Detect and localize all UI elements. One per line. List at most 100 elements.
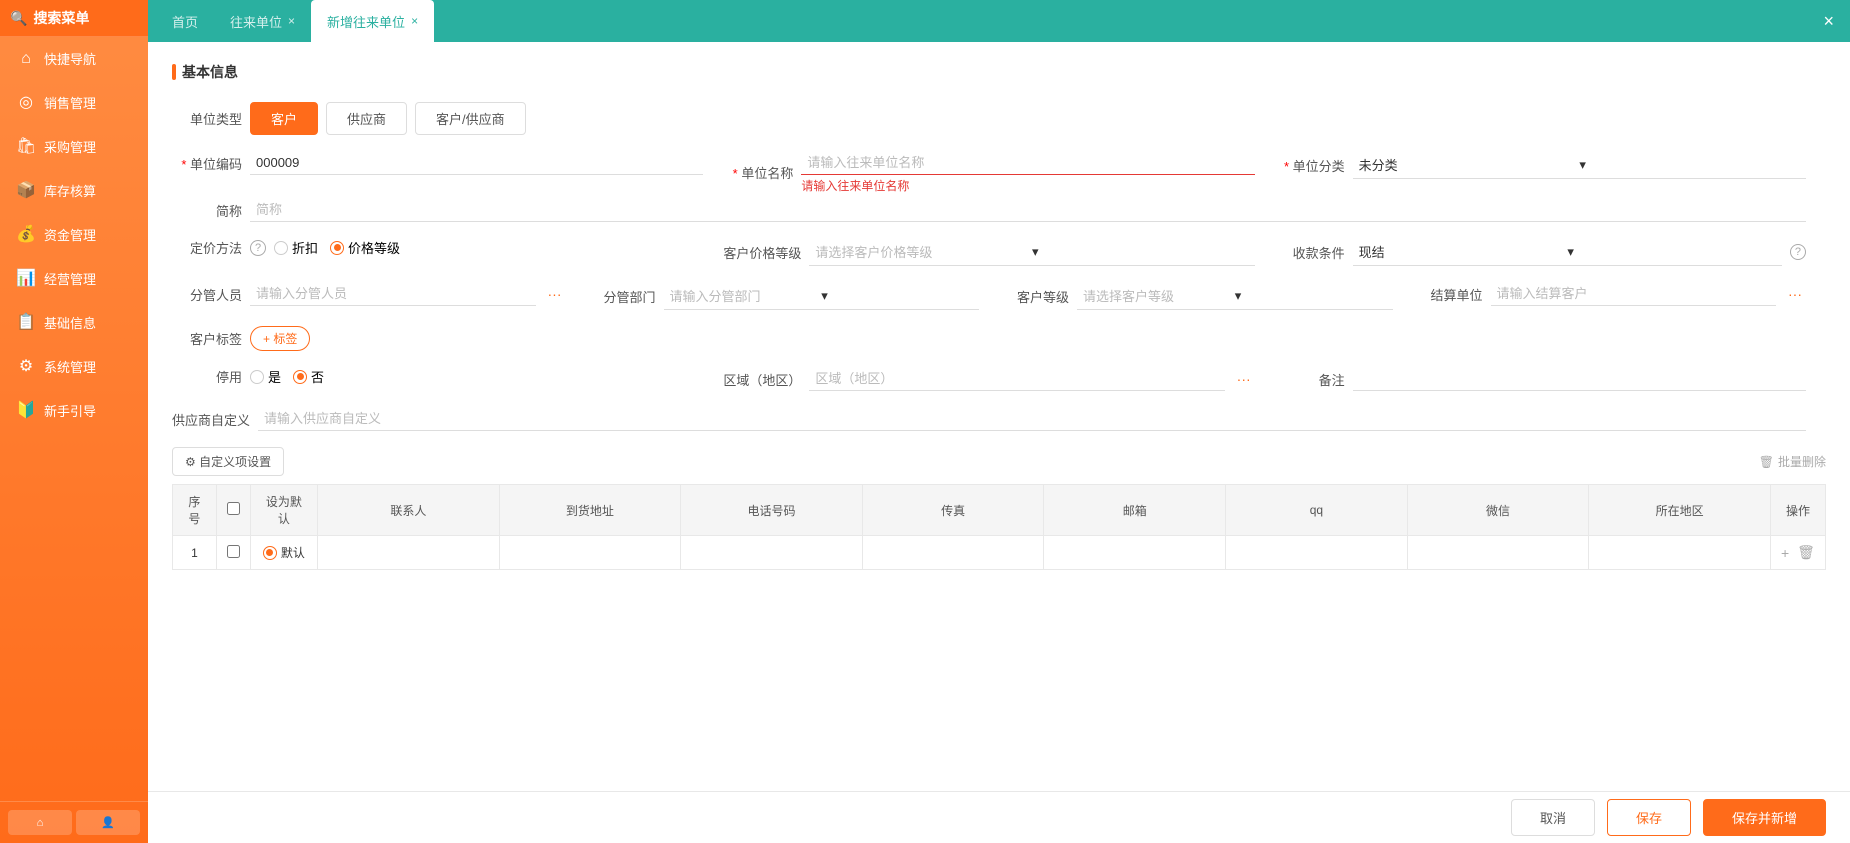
unit-category-select[interactable]: 未分类 ▾: [1353, 151, 1806, 179]
sidebar-item-label: 销售管理: [44, 93, 96, 112]
row-region[interactable]: [1589, 536, 1771, 570]
sidebar-item-basic[interactable]: 📋基础信息: [0, 300, 148, 344]
dept-select[interactable]: 请输入分管部门 ▾: [664, 282, 980, 310]
row-supplier-custom: 供应商自定义: [172, 407, 1826, 431]
tab-home[interactable]: 首页: [156, 0, 214, 42]
cancel-button[interactable]: 取消: [1511, 799, 1595, 836]
row-default[interactable]: 默认: [250, 536, 317, 570]
radio-yes[interactable]: 是: [250, 367, 281, 386]
table-header: 设为默认: [250, 485, 317, 536]
add-row-icon[interactable]: +: [1781, 545, 1789, 561]
sidebar: 🔍 搜索菜单 ⌂快捷导航◎销售管理🛍采购管理📦库存核算💰资金管理 📊 经营管理 📋基础…: [0, 0, 148, 843]
sidebar-item-system[interactable]: ⚙系统管理: [0, 344, 148, 388]
add-tag-button[interactable]: + 标签: [250, 326, 310, 351]
unit-type-row: 单位类型 客户供应商客户/供应商: [172, 102, 1826, 135]
table-row: 1默认+🗑: [173, 536, 1826, 570]
radio-price-level[interactable]: 价格等级: [330, 238, 400, 257]
region-more-btn[interactable]: ···: [1233, 371, 1255, 387]
radio-discount-circle: [274, 241, 288, 255]
pricing-method-label: 定价方法: [172, 238, 242, 257]
sidebar-item-quick-nav[interactable]: ⌂快捷导航: [0, 37, 148, 80]
row-email[interactable]: [1044, 536, 1226, 570]
remark-field: 备注: [1275, 367, 1826, 391]
sidebar-item-finance[interactable]: 💰资金管理: [0, 212, 148, 256]
unit-name-input[interactable]: [801, 151, 1254, 175]
table-select-all[interactable]: [227, 502, 240, 515]
customer-level-select[interactable]: 请选择客户等级 ▾: [1077, 282, 1393, 310]
contact-input[interactable]: [328, 545, 489, 560]
disabled-label: 停用: [172, 367, 242, 386]
sidebar-item-inventory[interactable]: 📦库存核算: [0, 168, 148, 212]
tab-new-partner[interactable]: 新增往来单位×: [311, 0, 434, 42]
inventory-icon: 📦: [16, 180, 36, 200]
tab-partners[interactable]: 往来单位×: [214, 0, 311, 42]
unit-code-input[interactable]: 000009: [250, 151, 703, 175]
section-dot: [172, 64, 176, 80]
row-contact[interactable]: [318, 536, 500, 570]
row-wechat[interactable]: [1407, 536, 1589, 570]
region-input[interactable]: [1599, 545, 1760, 560]
row-qq[interactable]: [1226, 536, 1408, 570]
sidebar-item-sales[interactable]: ◎销售管理: [0, 80, 148, 124]
manager-label: 分管人员: [172, 285, 242, 304]
guide-icon: 🔰: [16, 400, 36, 420]
section-title: 基本信息: [172, 62, 1826, 82]
contact-table: 序号设为默认联系人到货地址电话号码传真邮箱qq微信所在地区操作 1默认+🗑: [172, 484, 1826, 570]
manager-input[interactable]: [250, 282, 536, 306]
batch-delete-btn[interactable]: 🗑 批量删除: [1759, 453, 1826, 470]
region-input[interactable]: [809, 367, 1224, 391]
type-btn-customer[interactable]: 客户: [250, 102, 318, 135]
unit-category-field: 单位分类 未分类 ▾: [1275, 151, 1826, 179]
row-checkbox[interactable]: [227, 545, 240, 558]
pricing-help-icon[interactable]: ?: [250, 240, 266, 256]
qq-input[interactable]: [1236, 545, 1397, 560]
custom-settings-button[interactable]: ⚙ 自定义项设置: [172, 447, 284, 476]
trash-icon: 🗑: [1759, 455, 1774, 469]
settlement-unit-input[interactable]: [1491, 282, 1777, 306]
sidebar-item-label: 经营管理: [44, 269, 96, 288]
radio-no[interactable]: 否: [293, 367, 324, 386]
delete-row-icon[interactable]: 🗑: [1797, 544, 1815, 561]
row-checkbox-cell: [216, 536, 250, 570]
address-input[interactable]: [510, 545, 671, 560]
sidebar-item-operations[interactable]: 📊 经营管理: [0, 256, 148, 300]
settlement-unit-more-btn[interactable]: ···: [1784, 286, 1806, 302]
type-btn-supplier[interactable]: 供应商: [326, 102, 407, 135]
purchase-icon: 🛍: [16, 136, 36, 156]
sidebar-item-label: 资金管理: [44, 225, 96, 244]
sidebar-home-btn[interactable]: ⌂: [8, 810, 72, 835]
email-input[interactable]: [1054, 545, 1215, 560]
row-phone[interactable]: [681, 536, 863, 570]
fax-input[interactable]: [873, 545, 1034, 560]
radio-yes-label: 是: [268, 367, 281, 386]
sidebar-profile-btn[interactable]: 👤: [76, 810, 140, 835]
radio-yes-circle: [250, 370, 264, 384]
customer-price-level-select[interactable]: 请选择客户价格等级 ▾: [809, 238, 1254, 266]
payment-terms-select[interactable]: 现结 ▾: [1353, 238, 1782, 266]
manager-more-btn[interactable]: ···: [544, 286, 566, 302]
row-fax[interactable]: [862, 536, 1044, 570]
close-all-tabs[interactable]: ×: [1815, 11, 1842, 32]
search-menu[interactable]: 🔍 搜索菜单: [0, 0, 148, 37]
save-button[interactable]: 保存: [1607, 799, 1691, 836]
radio-discount[interactable]: 折扣: [274, 238, 318, 257]
row-address[interactable]: [499, 536, 681, 570]
payment-terms-help-icon[interactable]: ?: [1790, 244, 1806, 260]
save-add-button[interactable]: 保存并新增: [1703, 799, 1826, 836]
phone-input[interactable]: [691, 545, 852, 560]
short-name-input[interactable]: [250, 198, 1806, 222]
sidebar-item-guide[interactable]: 🔰新手引导: [0, 388, 148, 432]
table-header: qq: [1226, 485, 1408, 536]
tab-bar: 首页往来单位×新增往来单位× ×: [148, 0, 1850, 42]
close-tab-new-partner[interactable]: ×: [411, 14, 418, 28]
close-tab-partners[interactable]: ×: [288, 14, 295, 28]
wechat-input[interactable]: [1418, 545, 1579, 560]
type-btn-both[interactable]: 客户/供应商: [415, 102, 526, 135]
supplier-custom-input[interactable]: [258, 407, 1806, 431]
operations-icon: 📊: [16, 268, 36, 288]
payment-terms-label: 收款条件: [1275, 243, 1345, 262]
sidebar-item-purchase[interactable]: 🛍采购管理: [0, 124, 148, 168]
table-header: [216, 485, 250, 536]
remark-input[interactable]: [1353, 367, 1806, 391]
sidebar-item-label: 系统管理: [44, 357, 96, 376]
